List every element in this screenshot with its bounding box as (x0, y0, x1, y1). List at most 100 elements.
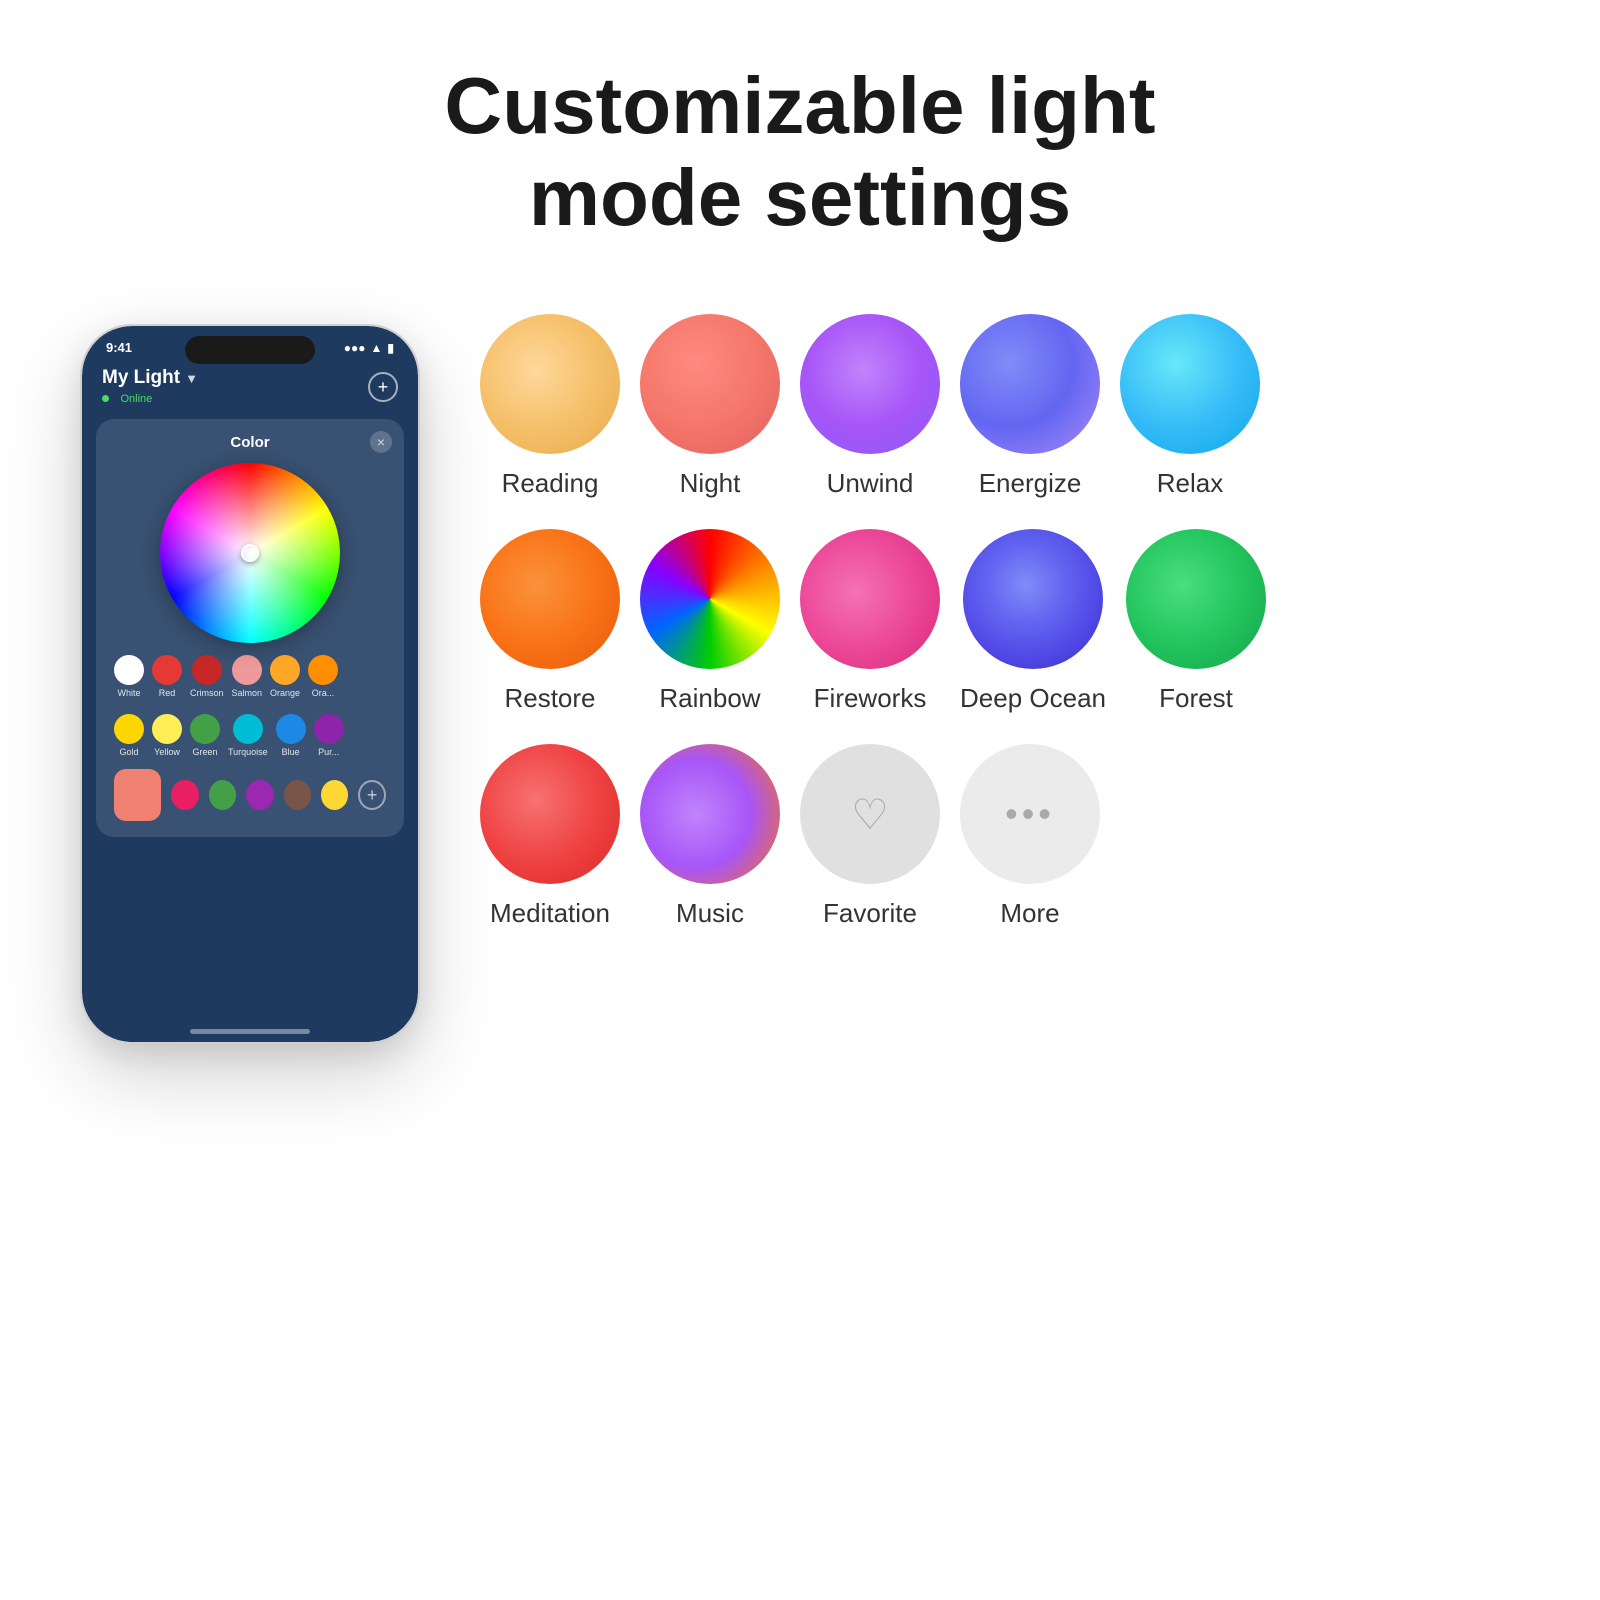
mode-restore-label: Restore (504, 683, 595, 714)
swatch-turquoise[interactable]: Turquoise (228, 714, 268, 757)
mode-night-circle (640, 314, 780, 454)
mode-meditation-label: Meditation (490, 898, 610, 929)
mode-forest-circle (1126, 529, 1266, 669)
swatch-white[interactable]: White (114, 655, 144, 698)
mode-favorite-circle: ♡ (800, 744, 940, 884)
mode-fireworks[interactable]: Fireworks (800, 529, 940, 714)
swatch-orange2[interactable]: Ora... (308, 655, 338, 698)
color-panel: Color × White (96, 419, 404, 837)
swatch-yellow[interactable]: Yellow (152, 714, 182, 757)
swatch-orange-circle (270, 655, 300, 685)
mode-restore[interactable]: Restore (480, 529, 620, 714)
swatch-gold-label: Gold (119, 747, 138, 757)
modes-row-3: Meditation Music ♡ Favorite ••• More (480, 744, 1520, 929)
more-dots-icon: ••• (1005, 793, 1055, 835)
swatch-orange-label: Orange (270, 688, 300, 698)
swatch-blue[interactable]: Blue (276, 714, 306, 757)
app-header: My Light ▼ Online + (82, 359, 418, 413)
swatch-gold[interactable]: Gold (114, 714, 144, 757)
online-dot-icon (102, 395, 109, 402)
online-label: Online (116, 393, 152, 405)
swatch-white-label: White (117, 688, 140, 698)
mode-unwind-circle (800, 314, 940, 454)
mode-music-label: Music (676, 898, 744, 929)
swatch-crimson[interactable]: Crimson (190, 655, 224, 698)
phone-screen: 9:41 ●●● ▲ ▮ My Light ▼ (82, 326, 418, 1042)
color-wheel[interactable] (160, 463, 340, 643)
swatch-orange2-circle (308, 655, 338, 685)
mode-energize[interactable]: Energize (960, 314, 1100, 499)
mode-favorite-label: Favorite (823, 898, 917, 929)
swatch-turquoise-circle (233, 714, 263, 744)
mode-deep-ocean[interactable]: Deep Ocean (960, 529, 1106, 714)
mode-forest-label: Forest (1159, 683, 1233, 714)
mode-more-circle: ••• (960, 744, 1100, 884)
swatch-purple-circle (314, 714, 344, 744)
custom-colors-row: + (108, 765, 392, 825)
swatch-salmon-circle (232, 655, 262, 685)
mode-favorite[interactable]: ♡ Favorite (800, 744, 940, 929)
mode-relax[interactable]: Relax (1120, 314, 1260, 499)
custom-color-3[interactable] (246, 780, 273, 810)
swatch-orange[interactable]: Orange (270, 655, 300, 698)
swatch-green-label: Green (192, 747, 217, 757)
color-wheel-container[interactable] (108, 463, 392, 643)
active-color-box[interactable] (114, 769, 161, 821)
heart-icon: ♡ (851, 790, 889, 839)
mode-more[interactable]: ••• More (960, 744, 1100, 929)
close-color-panel-button[interactable]: × (370, 431, 392, 453)
app-title-row: My Light ▼ (102, 367, 198, 389)
mode-energize-label: Energize (979, 468, 1082, 499)
mode-forest[interactable]: Forest (1126, 529, 1266, 714)
swatch-white-circle (114, 655, 144, 685)
mode-reading-circle (480, 314, 620, 454)
swatch-blue-label: Blue (282, 747, 300, 757)
swatch-red-label: Red (159, 688, 176, 698)
swatch-salmon-label: Salmon (232, 688, 263, 698)
swatch-green[interactable]: Green (190, 714, 220, 757)
swatch-purple[interactable]: Pur... (314, 714, 344, 757)
swatch-yellow-label: Yellow (154, 747, 180, 757)
swatch-crimson-label: Crimson (190, 688, 224, 698)
battery-icon: ▮ (387, 341, 394, 355)
mode-night[interactable]: Night (640, 314, 780, 499)
dropdown-arrow-icon: ▼ (185, 371, 198, 386)
phone-time: 9:41 (106, 340, 132, 355)
mode-music[interactable]: Music (640, 744, 780, 929)
mode-restore-circle (480, 529, 620, 669)
color-wheel-cursor (241, 544, 259, 562)
mode-relax-label: Relax (1157, 468, 1223, 499)
page-title: Customizable light mode settings (350, 60, 1250, 244)
mode-rainbow-label: Rainbow (659, 683, 760, 714)
add-color-button[interactable]: + (358, 780, 386, 810)
online-status: Online (102, 389, 198, 407)
mode-unwind[interactable]: Unwind (800, 314, 940, 499)
modes-row-1: Reading Night Unwind Energize Relax (480, 314, 1520, 499)
swatch-yellow-circle (152, 714, 182, 744)
mode-energize-circle (960, 314, 1100, 454)
mode-deep-ocean-label: Deep Ocean (960, 683, 1106, 714)
mode-deep-ocean-circle (963, 529, 1103, 669)
mode-meditation[interactable]: Meditation (480, 744, 620, 929)
mode-reading[interactable]: Reading (480, 314, 620, 499)
swatch-red[interactable]: Red (152, 655, 182, 698)
custom-color-1[interactable] (171, 780, 198, 810)
custom-color-2[interactable] (209, 780, 236, 810)
mode-more-label: More (1000, 898, 1059, 929)
swatch-blue-circle (276, 714, 306, 744)
modes-section: Reading Night Unwind Energize Relax (480, 314, 1520, 959)
custom-color-5[interactable] (321, 780, 348, 810)
swatch-red-circle (152, 655, 182, 685)
mode-rainbow-circle (640, 529, 780, 669)
color-panel-header: Color × (108, 431, 392, 453)
wifi-icon: ▲ (371, 341, 383, 355)
custom-color-4[interactable] (284, 780, 311, 810)
swatch-turquoise-label: Turquoise (228, 747, 268, 757)
mode-unwind-label: Unwind (827, 468, 914, 499)
add-device-button[interactable]: + (368, 372, 398, 402)
mode-rainbow[interactable]: Rainbow (640, 529, 780, 714)
swatch-orange2-label: Ora... (312, 688, 335, 698)
swatch-salmon[interactable]: Salmon (232, 655, 263, 698)
app-name: My Light (102, 367, 180, 389)
swatch-gold-circle (114, 714, 144, 744)
